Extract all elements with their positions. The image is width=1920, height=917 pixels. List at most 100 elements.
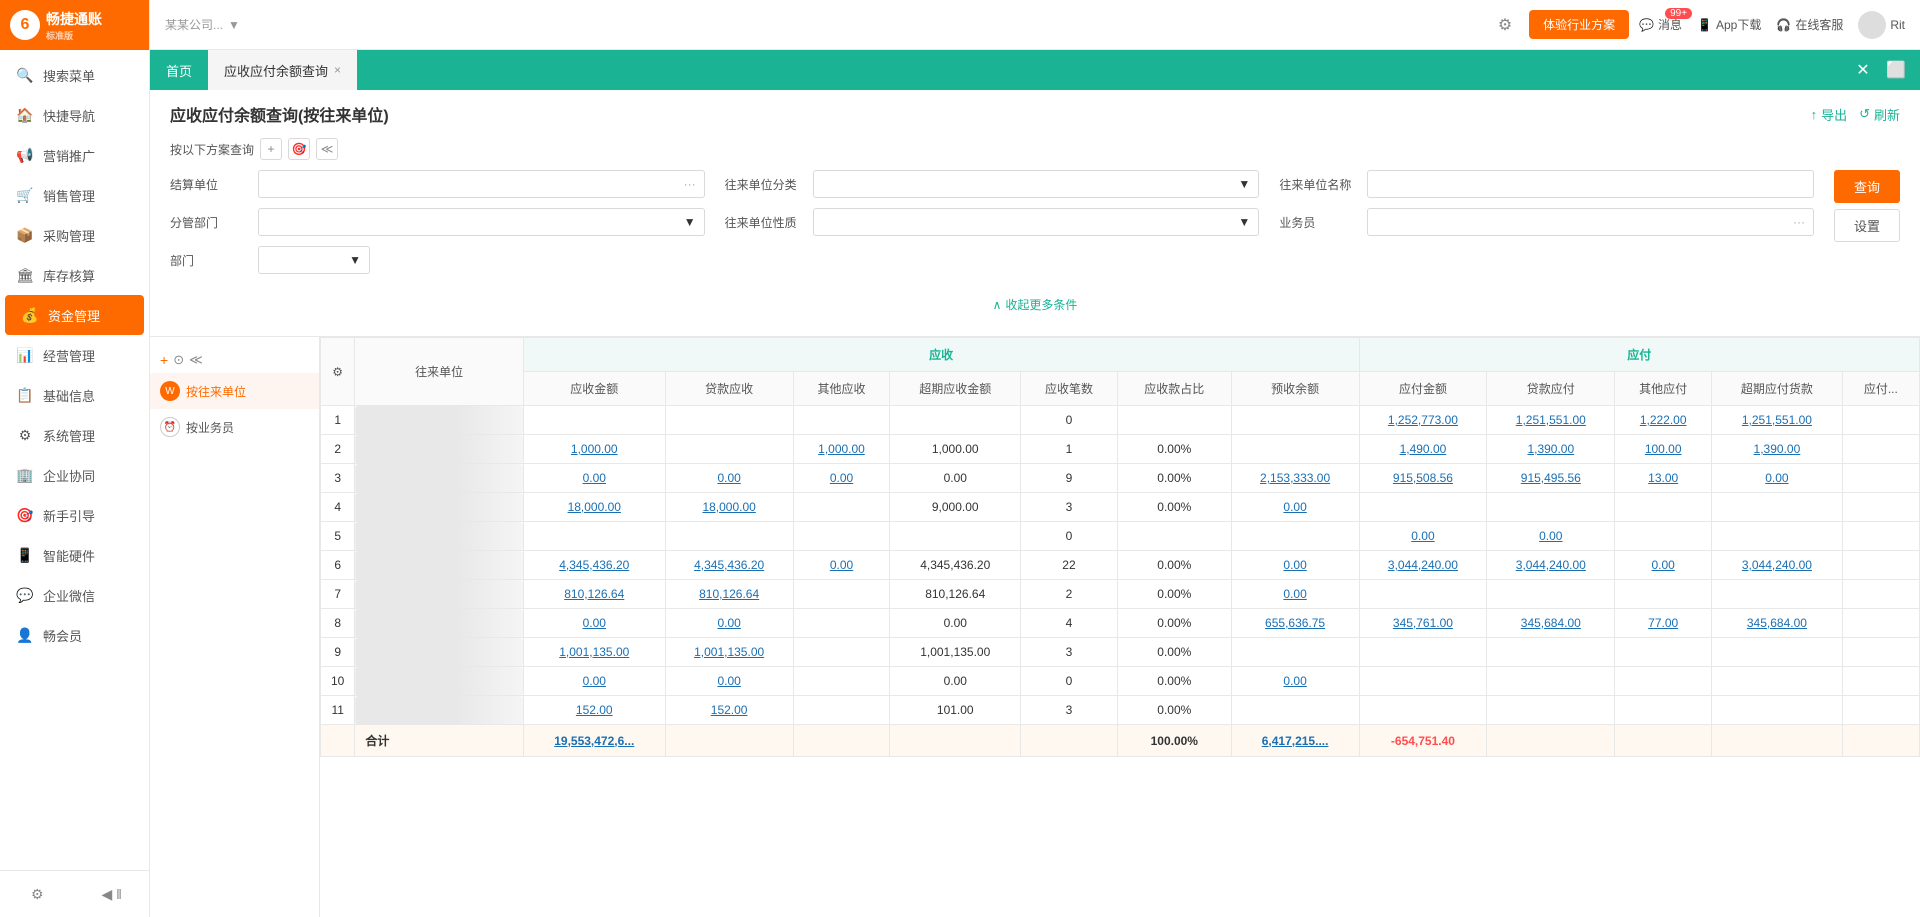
sidebar-item-operation[interactable]: 📊 经营管理 xyxy=(0,335,149,375)
footer-ar-amount[interactable]: 19,553,472,6... xyxy=(523,725,665,757)
row-ap-loan[interactable]: 3,044,240.00 xyxy=(1487,551,1615,580)
gear-btn[interactable]: ⚙ xyxy=(1491,11,1519,39)
sidebar-item-wechat[interactable]: 💬 企业微信 xyxy=(0,575,149,615)
sidebar-item-marketing[interactable]: 📢 营销推广 xyxy=(0,135,149,175)
row-ar-advance[interactable]: 0.00 xyxy=(1231,580,1359,609)
window-close-btn[interactable]: ✕ xyxy=(1849,56,1877,84)
schema-add-btn[interactable]: + xyxy=(260,138,282,160)
export-btn[interactable]: ↑ 导出 xyxy=(1811,105,1848,124)
schema-edit-btn[interactable]: 🎯 xyxy=(288,138,310,160)
sidebar-item-system[interactable]: ⚙ 系统管理 xyxy=(0,415,149,455)
wanglai-name-input[interactable] xyxy=(1367,170,1814,198)
row-ar-advance[interactable]: 655,636.75 xyxy=(1231,609,1359,638)
sidebar-item-finance[interactable]: 💰 资金管理 xyxy=(5,295,144,335)
trial-btn[interactable]: 体验行业方案 xyxy=(1529,10,1629,39)
fenguang-select[interactable]: ▼ xyxy=(258,208,705,236)
schema-item-by-partner[interactable]: W 按往来单位 xyxy=(150,373,319,409)
sidebar-item-quicknav[interactable]: 🏠 快捷导航 xyxy=(0,95,149,135)
sidebar-item-inventory[interactable]: 🏛 库存核算 xyxy=(0,255,149,295)
th-settings[interactable]: ⚙ xyxy=(321,338,355,406)
settings-btn[interactable]: 设置 xyxy=(1834,209,1900,242)
row-ar-amount[interactable]: 152.00 xyxy=(523,696,665,725)
collapse-sidebar-btn[interactable]: ◀ ‖ xyxy=(97,879,127,909)
row-ar-amount[interactable]: 1,000.00 xyxy=(523,435,665,464)
row-ap-overdue[interactable]: 0.00 xyxy=(1712,464,1843,493)
row-ap-loan[interactable]: 345,684.00 xyxy=(1487,609,1615,638)
user-info[interactable]: Rit xyxy=(1858,11,1905,39)
refresh-btn[interactable]: ↺ 刷新 xyxy=(1859,105,1900,124)
row-ar-amount[interactable]: 0.00 xyxy=(523,609,665,638)
row-ar-loan[interactable]: 0.00 xyxy=(665,464,793,493)
schema-item-by-salesperson[interactable]: ⏰ 按业务员 xyxy=(150,409,319,445)
row-ap-amount[interactable]: 3,044,240.00 xyxy=(1359,551,1487,580)
settings-bottom-btn[interactable]: ⚙ xyxy=(22,879,52,909)
collapse-panel-btn[interactable]: ≪ xyxy=(189,352,203,368)
row-ar-loan[interactable]: 18,000.00 xyxy=(665,493,793,522)
row-ar-other[interactable]: 0.00 xyxy=(793,464,890,493)
sidebar-item-hardware[interactable]: 📱 智能硬件 xyxy=(0,535,149,575)
row-ar-advance[interactable]: 0.00 xyxy=(1231,667,1359,696)
tab-home[interactable]: 首页 xyxy=(150,50,208,90)
row-ap-loan[interactable]: 1,251,551.00 xyxy=(1487,406,1615,435)
row-ap-amount[interactable]: 345,761.00 xyxy=(1359,609,1487,638)
row-ar-other[interactable]: 1,000.00 xyxy=(793,435,890,464)
row-ar-amount[interactable]: 4,345,436.20 xyxy=(523,551,665,580)
row-ap-other[interactable]: 77.00 xyxy=(1615,609,1712,638)
tab-ar-query[interactable]: 应收应付余额查询 × xyxy=(208,50,357,90)
tab-close-icon[interactable]: × xyxy=(334,63,341,77)
row-ap-amount[interactable]: 915,508.56 xyxy=(1359,464,1487,493)
row-ap-other[interactable]: 100.00 xyxy=(1615,435,1712,464)
row-ar-advance[interactable]: 0.00 xyxy=(1231,551,1359,580)
online-service-btn[interactable]: 🎧 在线客服 xyxy=(1776,16,1843,33)
add-schema-btn[interactable]: + xyxy=(160,352,168,368)
row-ap-other[interactable]: 0.00 xyxy=(1615,551,1712,580)
sidebar-item-basic[interactable]: 📋 基础信息 xyxy=(0,375,149,415)
schema-collapse-btn[interactable]: ≪ xyxy=(316,138,338,160)
row-ap-overdue[interactable]: 345,684.00 xyxy=(1712,609,1843,638)
dept-select[interactable]: ▼ xyxy=(258,246,370,274)
row-ar-amount[interactable]: 0.00 xyxy=(523,667,665,696)
row-ar-loan[interactable]: 4,345,436.20 xyxy=(665,551,793,580)
row-ar-loan[interactable]: 810,126.64 xyxy=(665,580,793,609)
sidebar-item-member[interactable]: 👤 畅会员 xyxy=(0,615,149,655)
row-ar-loan[interactable]: 152.00 xyxy=(665,696,793,725)
row-ar-advance[interactable]: 0.00 xyxy=(1231,493,1359,522)
message-btn[interactable]: 💬 消息 99+ xyxy=(1639,16,1682,33)
row-ap-amount[interactable]: 1,252,773.00 xyxy=(1359,406,1487,435)
row-ap-overdue[interactable]: 1,251,551.00 xyxy=(1712,406,1843,435)
wanglai-fenlei-select[interactable]: ▼ xyxy=(813,170,1260,198)
row-ar-amount[interactable]: 0.00 xyxy=(523,464,665,493)
salesperson-input[interactable]: ··· xyxy=(1367,208,1814,236)
row-ar-advance[interactable]: 2,153,333.00 xyxy=(1231,464,1359,493)
sidebar-item-search[interactable]: 🔍 搜索菜单 xyxy=(0,55,149,95)
sidebar-item-guide[interactable]: 🎯 新手引导 xyxy=(0,495,149,535)
row-ap-loan[interactable]: 1,390.00 xyxy=(1487,435,1615,464)
app-download-btn[interactable]: 📱 App下载 xyxy=(1697,16,1761,33)
row-ap-loan[interactable]: 0.00 xyxy=(1487,522,1615,551)
sidebar-item-enterprise[interactable]: 🏢 企业协同 xyxy=(0,455,149,495)
edit-schema-icon[interactable]: ⊙ xyxy=(173,352,184,368)
row-ap-loan[interactable]: 915,495.56 xyxy=(1487,464,1615,493)
row-ar-amount[interactable]: 18,000.00 xyxy=(523,493,665,522)
sidebar-item-sales[interactable]: 🛒 销售管理 xyxy=(0,175,149,215)
query-btn[interactable]: 查询 xyxy=(1834,170,1900,203)
row-ap-amount[interactable]: 0.00 xyxy=(1359,522,1487,551)
row-ap-overdue[interactable]: 1,390.00 xyxy=(1712,435,1843,464)
row-ar-other[interactable]: 0.00 xyxy=(793,551,890,580)
collapse-more-btn[interactable]: ∧ 收起更多条件 xyxy=(170,290,1900,319)
row-ar-loan[interactable]: 1,001,135.00 xyxy=(665,638,793,667)
row-ap-other[interactable]: 1,222.00 xyxy=(1615,406,1712,435)
row-ar-amount[interactable]: 810,126.64 xyxy=(523,580,665,609)
row-ap-overdue[interactable]: 3,044,240.00 xyxy=(1712,551,1843,580)
window-maximize-btn[interactable]: ⬜ xyxy=(1882,56,1910,84)
sidebar-item-purchase[interactable]: 📦 采购管理 xyxy=(0,215,149,255)
jiesuan-input[interactable]: ··· xyxy=(258,170,705,198)
row-ar-loan[interactable]: 0.00 xyxy=(665,609,793,638)
row-ar-amount[interactable]: 1,001,135.00 xyxy=(523,638,665,667)
row-ap-other[interactable]: 13.00 xyxy=(1615,464,1712,493)
breadcrumb-dropdown-icon[interactable]: ▼ xyxy=(228,18,240,32)
wanglai-nature-select[interactable]: ▼ xyxy=(813,208,1260,236)
row-ap-amount[interactable]: 1,490.00 xyxy=(1359,435,1487,464)
footer-ar-advance[interactable]: 6,417,215.... xyxy=(1231,725,1359,757)
row-ar-loan[interactable]: 0.00 xyxy=(665,667,793,696)
